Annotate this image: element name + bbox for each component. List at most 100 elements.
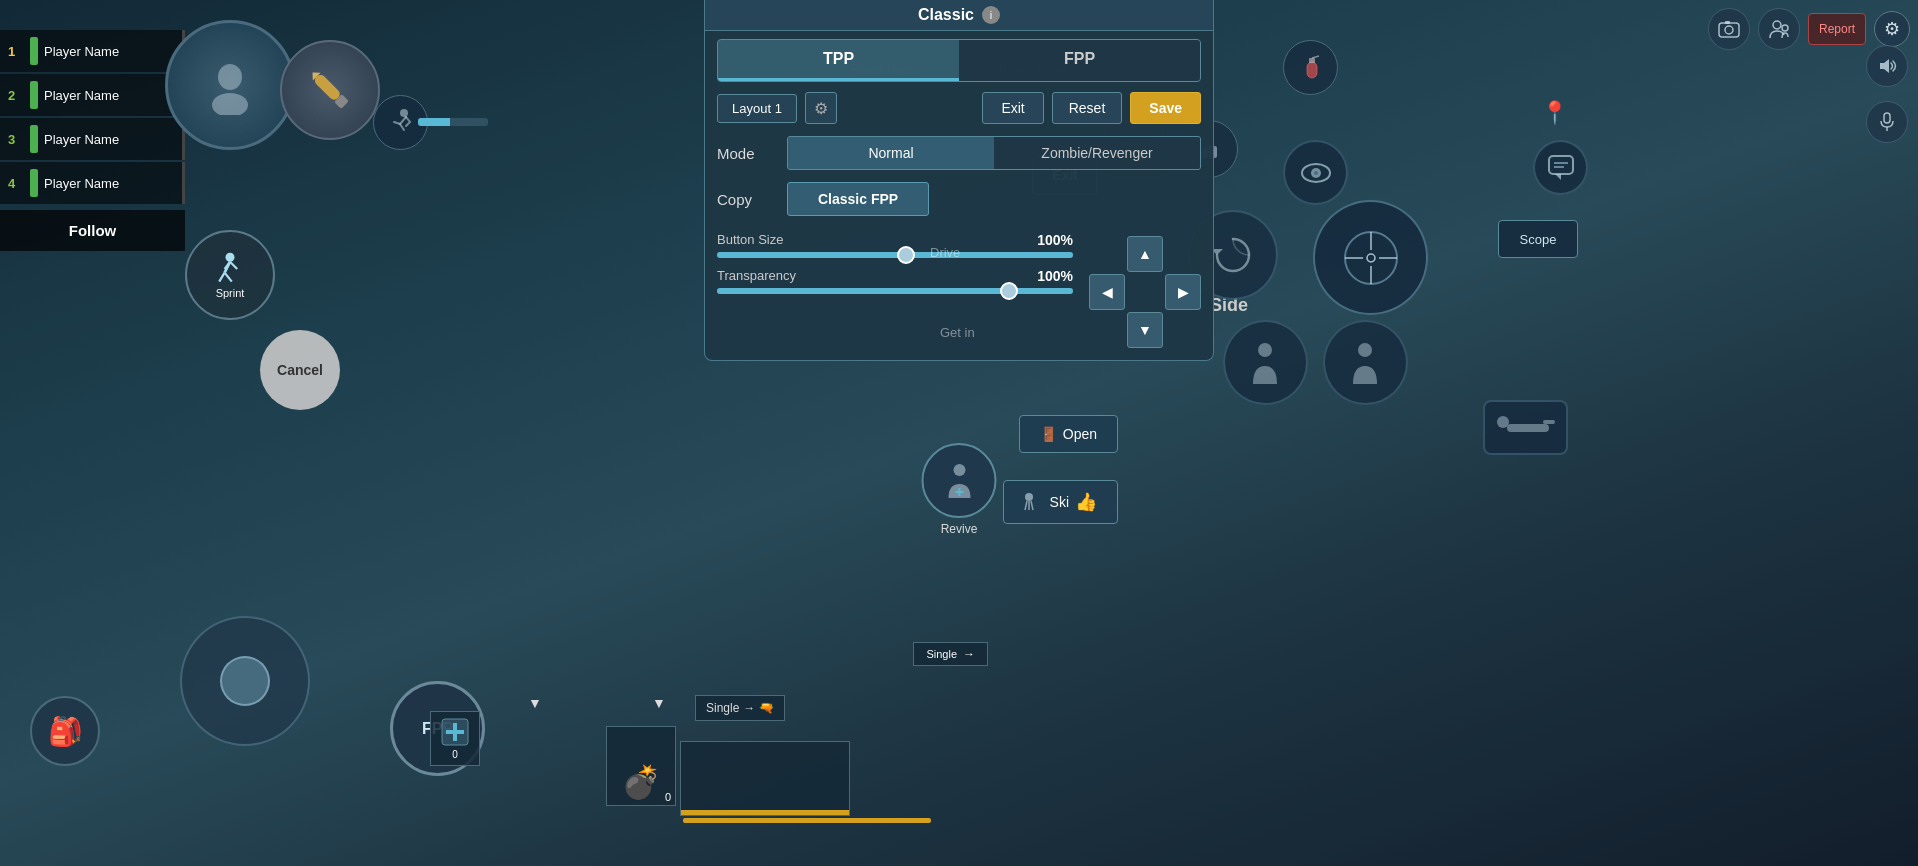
player-list: 1 Player Name 2 Player Name 3 Player Nam… [0, 30, 185, 251]
svg-rect-13 [446, 730, 464, 734]
settings-button[interactable]: ⚙ [1874, 11, 1910, 47]
svg-line-19 [1031, 501, 1033, 510]
button-size-fill [717, 252, 1073, 258]
revive-icon [940, 462, 978, 500]
eye-button[interactable] [1283, 140, 1348, 205]
layout-select[interactable]: Layout 1 [717, 94, 797, 123]
svg-rect-58 [1884, 113, 1890, 123]
arrow-down-button[interactable]: ▼ [1127, 312, 1163, 348]
cancel-button[interactable]: Cancel [260, 330, 340, 410]
fire-ext-icon [1297, 54, 1325, 82]
fpp-tab[interactable]: FPP [959, 40, 1200, 81]
copy-label: Copy [717, 191, 777, 208]
svg-rect-41 [1309, 58, 1315, 63]
friend-button[interactable] [1758, 8, 1800, 50]
revive-button[interactable] [922, 443, 997, 518]
right-col-icons [1866, 45, 1908, 143]
prone-silhouette[interactable] [1483, 400, 1568, 455]
info-badge[interactable]: i [982, 6, 1000, 24]
joystick-area[interactable] [180, 616, 310, 746]
crosshair-icon [1341, 228, 1401, 288]
camera-button[interactable] [1708, 8, 1750, 50]
weapon-swap-arrow-1[interactable]: ▼ [648, 695, 670, 711]
backpack-button[interactable]: 🎒 [30, 696, 100, 766]
player-health-1 [30, 37, 38, 65]
follow-button[interactable]: Follow [0, 210, 185, 251]
arrow-center-spacer [1127, 274, 1163, 310]
arrow-icon-2: → [963, 647, 975, 661]
player-item-1: 1 Player Name [0, 30, 185, 72]
normal-mode-tab[interactable]: Normal [788, 137, 994, 169]
chat-button[interactable] [1533, 140, 1588, 195]
player-health-4 [30, 169, 38, 197]
crosshair-circle[interactable] [1313, 200, 1428, 315]
fire-mode-badge-1[interactable]: Single → 🔫 [695, 695, 785, 721]
layout-gear-button[interactable]: ⚙ [805, 92, 837, 124]
speed-indicator [418, 118, 488, 126]
button-size-thumb[interactable] [897, 246, 915, 264]
friend-icon [1768, 18, 1790, 40]
char-icon-1 [1243, 340, 1288, 385]
bullet-icon [280, 40, 380, 140]
svg-marker-57 [1880, 59, 1889, 73]
copy-classic-fpp-button[interactable]: Classic FPP [787, 182, 929, 216]
svg-line-42 [1312, 56, 1319, 58]
char-silhouette-1[interactable] [1223, 320, 1308, 405]
grenade-slot[interactable]: 💣 0 [606, 726, 676, 806]
svg-point-14 [953, 464, 965, 476]
volume-icon [1877, 56, 1897, 76]
weapon-swap-arrow-2[interactable]: ▼ [524, 695, 546, 711]
svg-point-60 [400, 109, 408, 117]
arrow-up-button[interactable]: ▲ [1127, 236, 1163, 272]
sprint-button[interactable]: Sprint [185, 230, 275, 320]
modal-exit-button[interactable]: Exit [982, 92, 1043, 124]
player-number-3: 3 [8, 132, 22, 147]
ski-label: Ski [1050, 494, 1069, 510]
primary-weapon-slot[interactable] [680, 741, 850, 816]
player-health-3 [30, 125, 38, 153]
svg-point-5 [226, 253, 235, 262]
rotation-icon [1209, 231, 1257, 279]
player-name-2: Player Name [44, 88, 119, 103]
tpp-tab[interactable]: TPP [718, 40, 959, 81]
layout-row: Layout 1 ⚙ Exit Reset Save [705, 88, 1213, 128]
arrow-middle-row: ◀ ▶ [1089, 274, 1201, 310]
button-size-slider-row: Button Size 100% [717, 232, 1073, 258]
medkit-icon [440, 717, 470, 747]
button-size-label: Button Size [717, 232, 784, 248]
modal-reset-button[interactable]: Reset [1052, 92, 1123, 124]
arrow-right-button[interactable]: ▶ [1165, 274, 1201, 310]
location-pin[interactable]: 📍 [1541, 100, 1568, 126]
transparency-thumb[interactable] [1000, 282, 1018, 300]
mic-icon [1878, 112, 1896, 132]
grid-icon-button[interactable]: 0 [430, 711, 480, 766]
transparency-label: Transparency [717, 268, 796, 284]
arrow-left-button[interactable]: ◀ [1089, 274, 1125, 310]
fire-ext-button[interactable] [1283, 40, 1338, 95]
transparency-track[interactable] [717, 288, 1073, 294]
single-fire-label-1: Single [706, 701, 739, 715]
volume-button[interactable] [1866, 45, 1908, 87]
secondary-fire-mode[interactable]: Single → [913, 642, 988, 666]
button-size-label-row: Button Size 100% [717, 232, 1073, 248]
mic-button[interactable] [1866, 101, 1908, 143]
button-size-track[interactable] [717, 252, 1073, 258]
svg-point-35 [1258, 343, 1272, 357]
char-silhouette-2[interactable] [1323, 320, 1408, 405]
scope-label: Scope [1520, 232, 1557, 247]
modal-save-button[interactable]: Save [1130, 92, 1201, 124]
report-label: Report [1819, 22, 1855, 36]
svg-line-9 [230, 262, 237, 269]
svg-point-36 [1358, 343, 1372, 357]
ski-button[interactable]: Ski 👍 [1003, 480, 1118, 524]
svg-line-18 [1025, 501, 1027, 510]
scope-button[interactable]: Scope [1498, 220, 1578, 258]
copy-row: Copy Classic FPP [705, 178, 1213, 224]
open-button[interactable]: 🚪 Open [1019, 415, 1118, 453]
single-fire-label-2: Single [926, 648, 957, 660]
zombie-mode-tab[interactable]: Zombie/Revenger [994, 137, 1200, 169]
running-icon-svg [386, 108, 416, 138]
report-button[interactable]: Report [1808, 13, 1866, 45]
speed-fill [418, 118, 450, 126]
svg-point-1 [212, 93, 248, 115]
